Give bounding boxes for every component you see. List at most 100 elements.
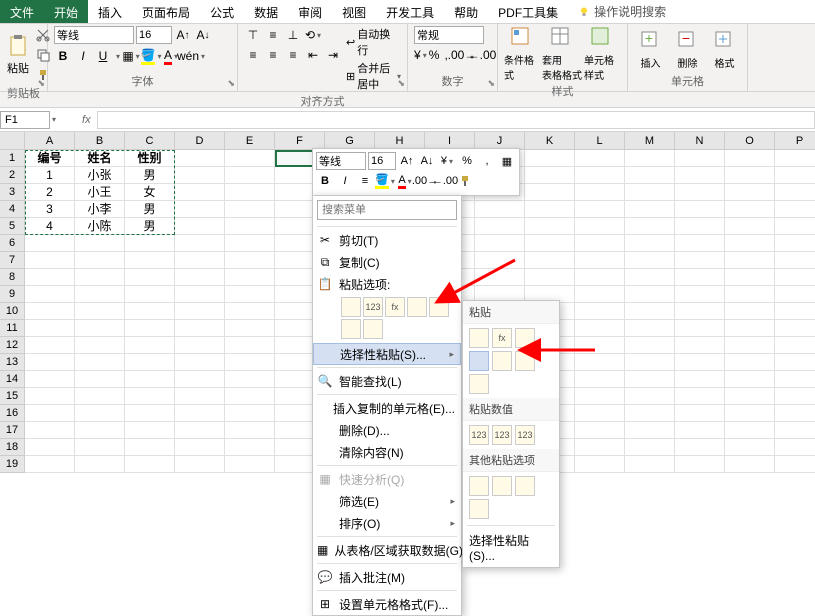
cell[interactable]: [25, 456, 75, 473]
cell[interactable]: [675, 235, 725, 252]
cell[interactable]: [125, 269, 175, 286]
namebox-dropdown[interactable]: ▾: [50, 115, 56, 124]
col-header-B[interactable]: B: [75, 132, 125, 150]
row-header-7[interactable]: 7: [0, 252, 25, 269]
font-launcher[interactable]: ⬊: [227, 78, 235, 89]
row-header-5[interactable]: 5: [0, 218, 25, 235]
col-header-O[interactable]: O: [725, 132, 775, 150]
cell[interactable]: [125, 337, 175, 354]
cell[interactable]: [175, 388, 225, 405]
cell[interactable]: [225, 354, 275, 371]
table-format-button[interactable]: 套用 表格格式: [544, 26, 580, 82]
wrap-text-button[interactable]: ↩自动换行: [346, 26, 401, 58]
cell[interactable]: [725, 388, 775, 405]
mini-bold[interactable]: B: [316, 172, 334, 190]
cell[interactable]: [575, 405, 625, 422]
cell[interactable]: [225, 337, 275, 354]
cell[interactable]: [775, 235, 815, 252]
row-header-12[interactable]: 12: [0, 337, 25, 354]
cell[interactable]: [225, 150, 275, 167]
tab-home[interactable]: 开始: [44, 0, 88, 23]
font-name-select[interactable]: [54, 26, 134, 44]
row-header-3[interactable]: 3: [0, 184, 25, 201]
cell[interactable]: [575, 303, 625, 320]
paste-opt-formatting[interactable]: [429, 297, 449, 317]
cm-paste-special[interactable]: 选择性粘贴(S)...▸: [313, 343, 461, 365]
cell[interactable]: [725, 201, 775, 218]
align-bottom-button[interactable]: ⊥: [284, 26, 302, 44]
grow-font-button[interactable]: A↑: [174, 26, 192, 44]
cell[interactable]: [725, 371, 775, 388]
cell[interactable]: [575, 269, 625, 286]
mini-font-select[interactable]: [316, 152, 366, 170]
row-header-17[interactable]: 17: [0, 422, 25, 439]
cell[interactable]: [475, 218, 525, 235]
cell[interactable]: [625, 218, 675, 235]
cell[interactable]: [775, 150, 815, 167]
row-header-19[interactable]: 19: [0, 456, 25, 473]
cell[interactable]: 小李: [75, 201, 125, 218]
cell[interactable]: [25, 269, 75, 286]
mini-grow-font[interactable]: A↑: [398, 152, 416, 170]
alignment-launcher[interactable]: ⬊: [397, 78, 405, 89]
sub-values-src-fmt[interactable]: 123: [515, 425, 535, 445]
align-top-button[interactable]: ⊤: [244, 26, 262, 44]
accounting-button[interactable]: ¥▾: [414, 46, 427, 64]
row-header-10[interactable]: 10: [0, 303, 25, 320]
cell[interactable]: [725, 167, 775, 184]
cell[interactable]: [625, 252, 675, 269]
row-header-18[interactable]: 18: [0, 439, 25, 456]
font-size-select[interactable]: [136, 26, 172, 44]
cell[interactable]: [775, 388, 815, 405]
cell[interactable]: [625, 269, 675, 286]
cell[interactable]: [75, 388, 125, 405]
cell[interactable]: [125, 388, 175, 405]
number-format-select[interactable]: [414, 26, 484, 44]
cell[interactable]: [675, 252, 725, 269]
col-header-N[interactable]: N: [675, 132, 725, 150]
cell[interactable]: [125, 371, 175, 388]
cell[interactable]: [675, 422, 725, 439]
cm-insert-comment[interactable]: 💬插入批注(M): [313, 566, 461, 588]
conditional-format-button[interactable]: 条件格式: [504, 26, 540, 82]
cell[interactable]: [125, 456, 175, 473]
cell[interactable]: [225, 388, 275, 405]
fx-icon[interactable]: fx: [76, 114, 97, 126]
cell[interactable]: [75, 269, 125, 286]
shrink-font-button[interactable]: A↓: [194, 26, 212, 44]
cell[interactable]: [675, 303, 725, 320]
cell[interactable]: [725, 150, 775, 167]
cell[interactable]: [75, 371, 125, 388]
cell[interactable]: [775, 337, 815, 354]
cell[interactable]: [525, 201, 575, 218]
cell[interactable]: [525, 184, 575, 201]
cell[interactable]: [675, 405, 725, 422]
cell[interactable]: [775, 218, 815, 235]
cell[interactable]: [775, 167, 815, 184]
sub-other-linked-pic[interactable]: [469, 499, 489, 519]
tab-file[interactable]: 文件: [0, 0, 44, 23]
cell[interactable]: [575, 422, 625, 439]
sub-paste-transpose[interactable]: [469, 374, 489, 394]
cell[interactable]: [725, 184, 775, 201]
align-left-button[interactable]: ≡: [244, 46, 262, 64]
underline-button[interactable]: U: [94, 47, 112, 65]
cm-delete[interactable]: 删除(D)...: [313, 419, 461, 441]
mini-border[interactable]: ▦: [498, 152, 516, 170]
border-button[interactable]: ▦▾: [122, 47, 140, 65]
sub-values-num[interactable]: 123: [492, 425, 512, 445]
cell[interactable]: [675, 201, 725, 218]
cell[interactable]: [175, 303, 225, 320]
cell[interactable]: [225, 235, 275, 252]
orientation-button[interactable]: ⟲▾: [304, 26, 322, 44]
cell[interactable]: [625, 388, 675, 405]
decrease-decimal-button[interactable]: ←.00: [473, 46, 491, 64]
cell[interactable]: [775, 354, 815, 371]
indent-increase-button[interactable]: ⇥: [324, 46, 342, 64]
cell[interactable]: [175, 201, 225, 218]
cell[interactable]: 4: [25, 218, 75, 235]
cell[interactable]: [775, 269, 815, 286]
cm-insert-copied[interactable]: 插入复制的单元格(E)...: [313, 397, 461, 419]
cell[interactable]: [675, 354, 725, 371]
sub-other-picture[interactable]: [515, 476, 535, 496]
